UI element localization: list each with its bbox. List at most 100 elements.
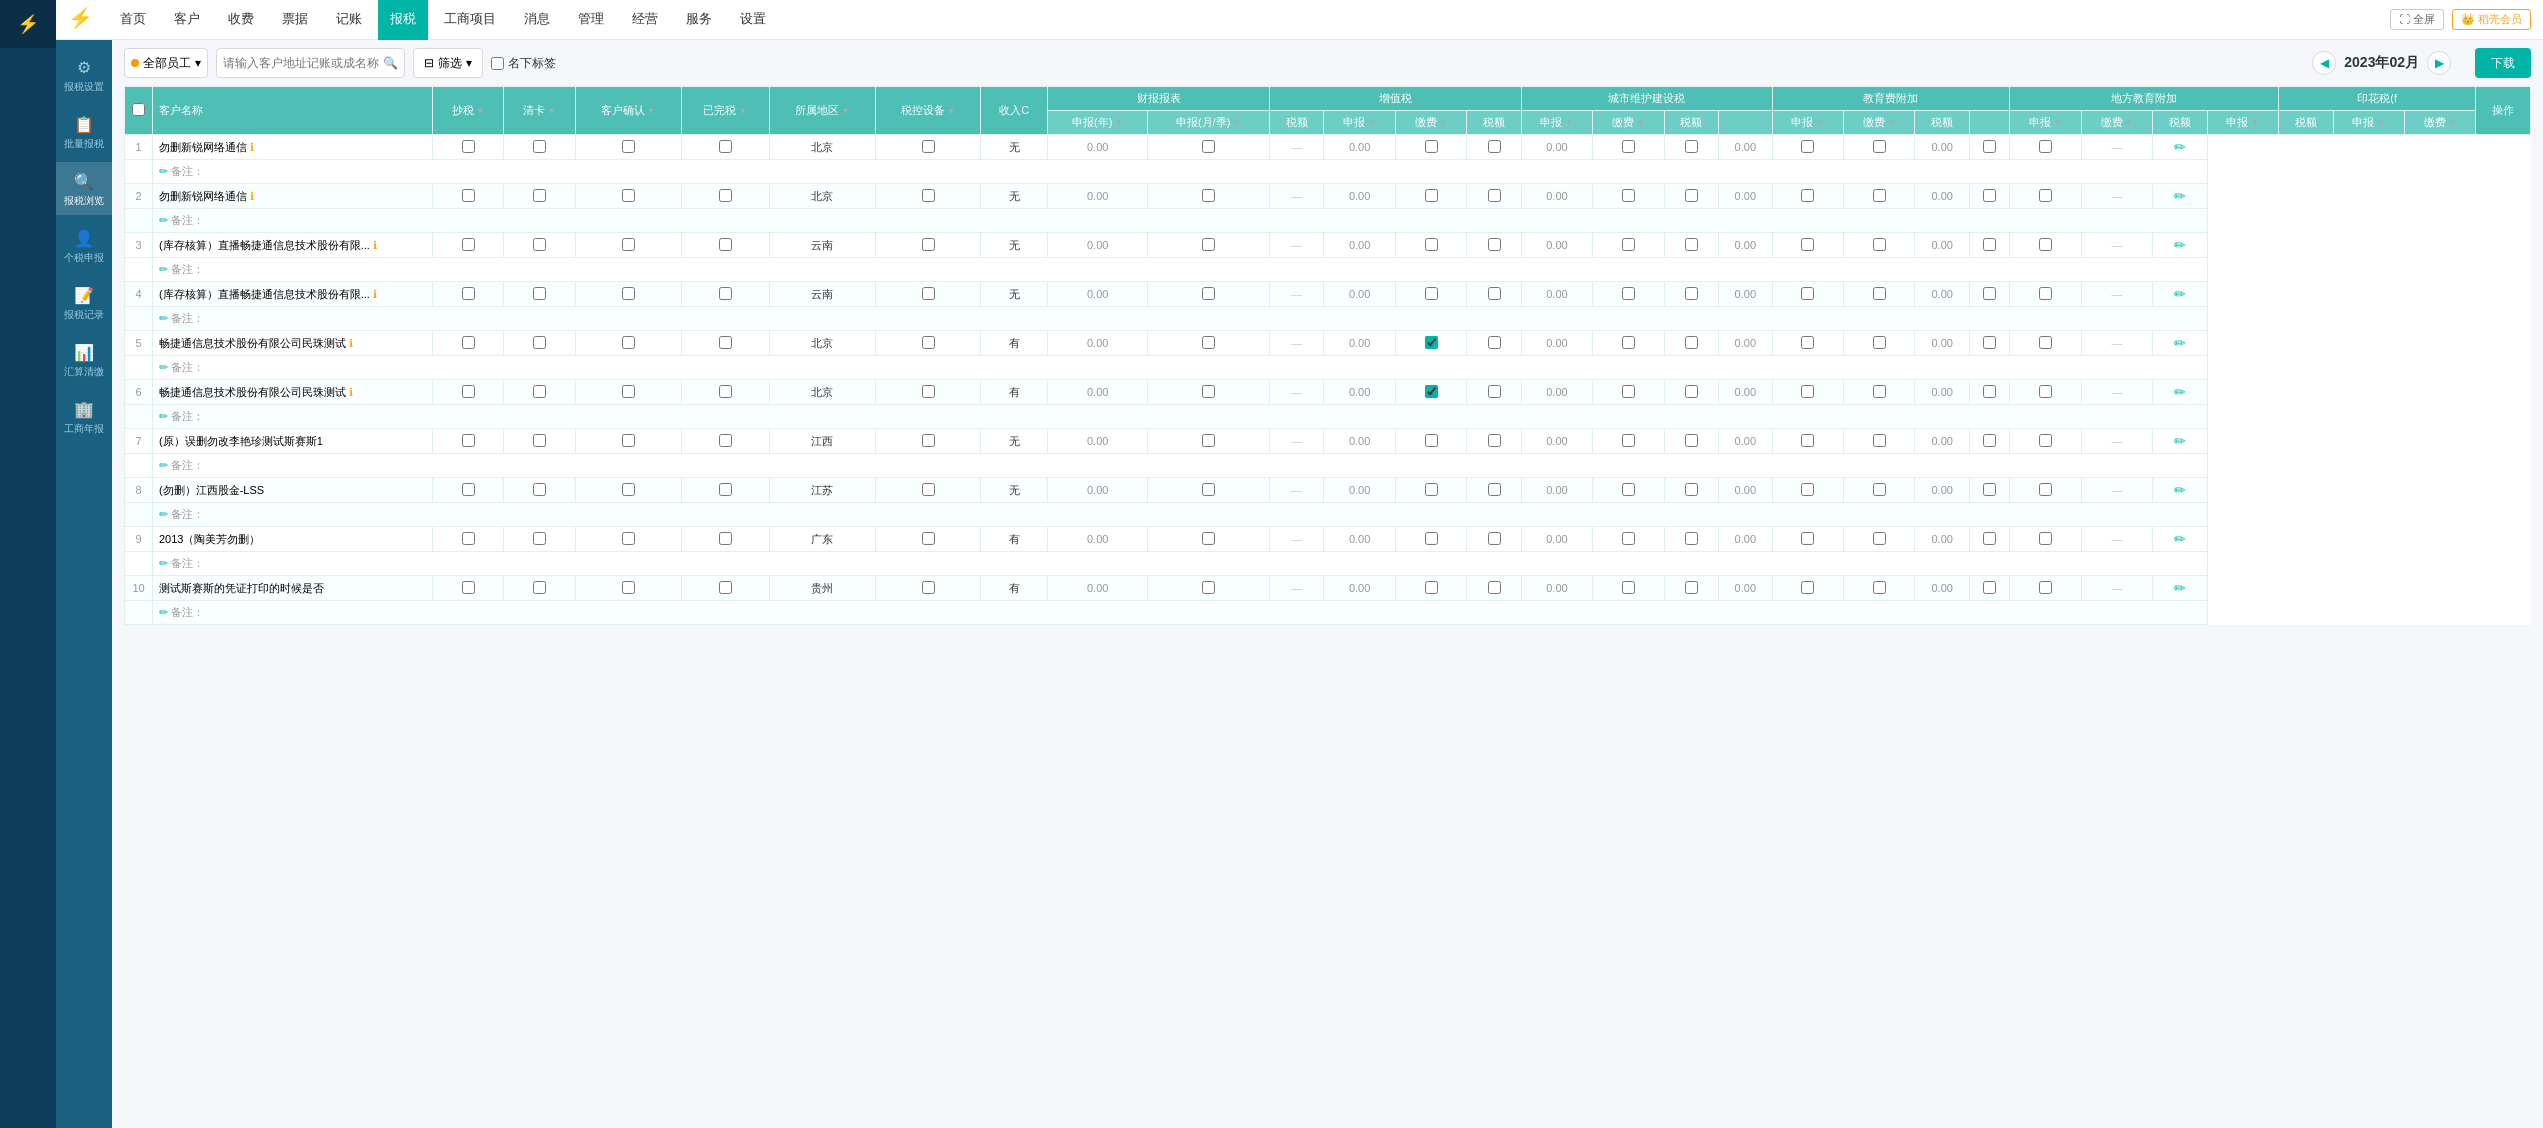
name-label-checkbox[interactable] (491, 57, 504, 70)
sidebar-tax-settings[interactable]: ⚙ 报税设置 (56, 48, 112, 101)
edu-pay-cb[interactable] (1873, 287, 1886, 300)
local-declare-cb[interactable] (1983, 581, 1996, 594)
clear-card-cb[interactable] (533, 287, 546, 300)
edit-icon[interactable]: ✏ (2174, 580, 2186, 596)
search-input[interactable] (223, 56, 383, 70)
local-declare-cb[interactable] (1983, 532, 1996, 545)
nav-business[interactable]: 工商项目 (432, 0, 508, 40)
clear-card-cb[interactable] (533, 532, 546, 545)
vat-declare-cb[interactable] (1425, 434, 1438, 447)
edit-icon[interactable]: ✏ (2174, 237, 2186, 253)
fin-year-cb[interactable] (1202, 581, 1215, 594)
confirm-cb[interactable] (622, 532, 635, 545)
edu-declare-cb[interactable] (1801, 287, 1814, 300)
vat-pay-cb[interactable] (1488, 532, 1501, 545)
city-declare-cb[interactable] (1622, 385, 1635, 398)
note-edit-icon[interactable]: ✏ (159, 165, 168, 177)
city-pay-cb[interactable] (1685, 140, 1698, 153)
edu-declare-cb[interactable] (1801, 140, 1814, 153)
tax-device-cb[interactable] (922, 336, 935, 349)
paid-cb[interactable] (719, 140, 732, 153)
vat-declare-cb[interactable] (1425, 385, 1438, 398)
nav-home[interactable]: 首页 (108, 0, 158, 40)
download-button[interactable]: 下载 (2475, 48, 2531, 78)
tax-device-cb[interactable] (922, 581, 935, 594)
confirm-cb[interactable] (622, 189, 635, 202)
paid-cb[interactable] (719, 483, 732, 496)
edu-declare-cb[interactable] (1801, 238, 1814, 251)
vat-pay-cb[interactable] (1488, 189, 1501, 202)
local-pay-cb[interactable] (2039, 287, 2052, 300)
note-edit-icon[interactable]: ✏ (159, 557, 168, 569)
city-declare-cb[interactable] (1622, 140, 1635, 153)
fin-year-cb[interactable] (1202, 385, 1215, 398)
tax-device-cb[interactable] (922, 532, 935, 545)
fin-year-cb[interactable] (1202, 532, 1215, 545)
confirm-cb[interactable] (622, 336, 635, 349)
edu-declare-cb[interactable] (1801, 532, 1814, 545)
tax-device-cb[interactable] (922, 140, 935, 153)
copy-tax-cb[interactable] (462, 385, 475, 398)
local-declare-cb[interactable] (1983, 238, 1996, 251)
clear-card-cb[interactable] (533, 434, 546, 447)
fin-year-cb[interactable] (1202, 189, 1215, 202)
fin-year-cb[interactable] (1202, 238, 1215, 251)
city-declare-cb[interactable] (1622, 287, 1635, 300)
edit-icon[interactable]: ✏ (2174, 384, 2186, 400)
sidebar-tax-browse[interactable]: 🔍 报税浏览 (56, 162, 112, 215)
copy-tax-cb[interactable] (462, 532, 475, 545)
confirm-cb[interactable] (622, 434, 635, 447)
tax-device-cb[interactable] (922, 287, 935, 300)
city-pay-cb[interactable] (1685, 434, 1698, 447)
local-pay-cb[interactable] (2039, 532, 2052, 545)
clear-card-cb[interactable] (533, 238, 546, 251)
vat-declare-cb[interactable] (1425, 336, 1438, 349)
nav-manage[interactable]: 管理 (566, 0, 616, 40)
vat-declare-cb[interactable] (1425, 581, 1438, 594)
copy-tax-cb[interactable] (462, 238, 475, 251)
edit-icon[interactable]: ✏ (2174, 433, 2186, 449)
edu-pay-cb[interactable] (1873, 483, 1886, 496)
copy-tax-cb[interactable] (462, 483, 475, 496)
vat-pay-cb[interactable] (1488, 581, 1501, 594)
city-pay-cb[interactable] (1685, 336, 1698, 349)
city-declare-cb[interactable] (1622, 189, 1635, 202)
vat-declare-cb[interactable] (1425, 189, 1438, 202)
tax-device-cb[interactable] (922, 385, 935, 398)
nav-operation[interactable]: 经营 (620, 0, 670, 40)
local-pay-cb[interactable] (2039, 581, 2052, 594)
edit-icon[interactable]: ✏ (2174, 335, 2186, 351)
edu-pay-cb[interactable] (1873, 238, 1886, 251)
vat-pay-cb[interactable] (1488, 287, 1501, 300)
confirm-cb[interactable] (622, 581, 635, 594)
edu-declare-cb[interactable] (1801, 385, 1814, 398)
paid-cb[interactable] (719, 581, 732, 594)
clear-card-cb[interactable] (533, 140, 546, 153)
city-pay-cb[interactable] (1685, 581, 1698, 594)
clear-card-cb[interactable] (533, 336, 546, 349)
vat-pay-cb[interactable] (1488, 434, 1501, 447)
edu-declare-cb[interactable] (1801, 434, 1814, 447)
clear-card-cb[interactable] (533, 581, 546, 594)
note-edit-icon[interactable]: ✏ (159, 508, 168, 520)
employee-filter-select[interactable]: 全部员工 ▾ (124, 48, 208, 78)
fin-year-cb[interactable] (1202, 287, 1215, 300)
nav-settings[interactable]: 设置 (728, 0, 778, 40)
city-pay-cb[interactable] (1685, 385, 1698, 398)
fin-year-cb[interactable] (1202, 434, 1215, 447)
note-edit-icon[interactable]: ✏ (159, 410, 168, 422)
next-month-button[interactable]: ▶ (2427, 51, 2451, 75)
city-declare-cb[interactable] (1622, 434, 1635, 447)
local-declare-cb[interactable] (1983, 483, 1996, 496)
nav-tax[interactable]: 报税 (378, 0, 428, 40)
confirm-cb[interactable] (622, 238, 635, 251)
copy-tax-cb[interactable] (462, 581, 475, 594)
city-pay-cb[interactable] (1685, 287, 1698, 300)
nav-message[interactable]: 消息 (512, 0, 562, 40)
city-declare-cb[interactable] (1622, 581, 1635, 594)
confirm-cb[interactable] (622, 140, 635, 153)
prev-month-button[interactable]: ◀ (2312, 51, 2336, 75)
vat-declare-cb[interactable] (1425, 238, 1438, 251)
local-declare-cb[interactable] (1983, 140, 1996, 153)
edit-icon[interactable]: ✏ (2174, 188, 2186, 204)
